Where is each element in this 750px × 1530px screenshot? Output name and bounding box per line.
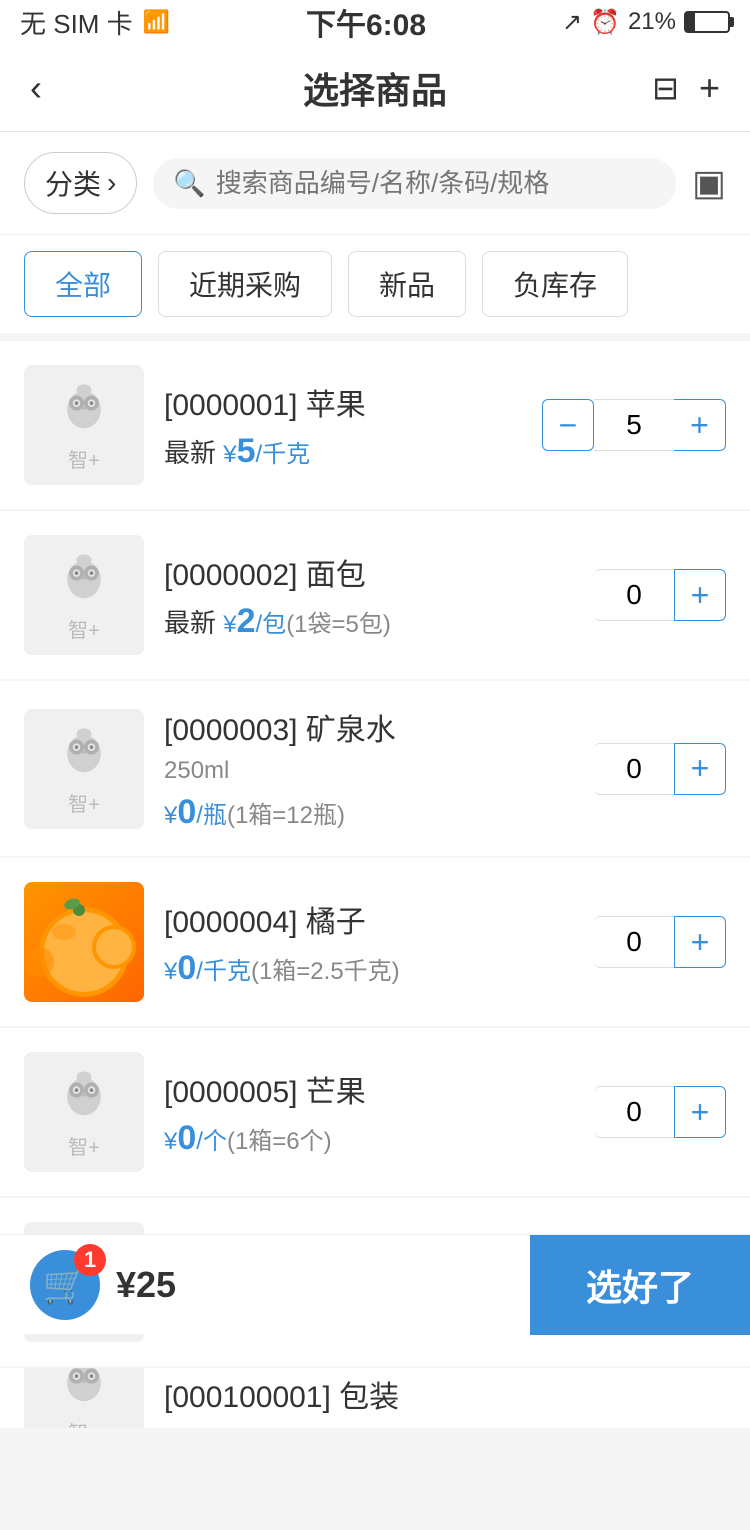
product-item-4: 智+ [0000005] 芒果 ¥0/个(1箱=6个) + (0, 1028, 750, 1196)
product-image-6: 智+ (24, 1368, 144, 1428)
product-price-0: 最新 ¥5/千克 (164, 432, 522, 471)
qty-minus-0[interactable]: − (542, 399, 594, 451)
product-price-3: ¥0/千克(1箱=2.5千克) (164, 949, 574, 988)
nav-right: ⊟ + (652, 67, 720, 109)
cart-section: 🛒 1 ¥25 (0, 1250, 530, 1320)
product-spec-2: 250ml (164, 757, 574, 785)
cart-badge: 1 (74, 1244, 106, 1276)
product-info-4: [0000005] 芒果 ¥0/个(1箱=6个) (164, 1067, 574, 1158)
product-item-2: 智+ [0000003] 矿泉水 250ml ¥0/瓶(1箱=12瓶) + (0, 681, 750, 856)
battery-icon (684, 11, 730, 33)
status-time: 下午6:08 (306, 0, 426, 44)
qty-plus-2[interactable]: + (674, 743, 726, 795)
wifi-icon: 📶 (143, 9, 170, 35)
qty-control-1: + (594, 569, 726, 621)
category-button[interactable]: 分类 › (24, 152, 137, 214)
product-name-3: [0000004] 橘子 (164, 897, 574, 941)
carrier-text: 无 SIM 卡 (20, 4, 133, 41)
status-bar: 无 SIM 卡 📶 下午6:08 ↗ ⏰ 21% (0, 0, 750, 44)
product-name-4: [0000005] 芒果 (164, 1067, 574, 1111)
qty-control-4: + (594, 1086, 726, 1138)
product-info-3: [0000004] 橘子 ¥0/千克(1箱=2.5千克) (164, 897, 574, 988)
product-name-6: [000100001] 包装 (164, 1372, 726, 1416)
location-icon: ↗ (562, 8, 582, 37)
qty-plus-0[interactable]: + (674, 399, 726, 451)
scan-icon[interactable]: ▣ (692, 162, 726, 204)
qty-input-1[interactable] (594, 569, 674, 621)
search-input[interactable] (216, 168, 656, 199)
qty-input-4[interactable] (594, 1086, 674, 1138)
product-name-0: [0000001] 苹果 (164, 380, 522, 424)
product-image-2: 智+ (24, 709, 144, 829)
qty-plus-4[interactable]: + (674, 1086, 726, 1138)
qty-plus-1[interactable]: + (674, 569, 726, 621)
status-right: ↗ ⏰ 21% (562, 8, 730, 37)
cart-total: ¥25 (116, 1264, 176, 1306)
product-image-0: 智+ (24, 365, 144, 485)
search-input-wrap: 🔍 (153, 158, 676, 209)
battery-text: 21% (628, 8, 676, 36)
qty-control-0: − + (542, 399, 726, 451)
search-bar: 分类 › 🔍 ▣ (0, 132, 750, 235)
confirm-button[interactable]: 选好了 (530, 1235, 750, 1335)
product-item-0: 智+ [0000001] 苹果 最新 ¥5/千克 − + (0, 341, 750, 509)
product-item-6: 智+ [000100001] 包装 (0, 1368, 750, 1428)
product-name-2: [0000003] 矿泉水 (164, 705, 574, 749)
qty-control-3: + (594, 916, 726, 968)
product-image-1: 智+ (24, 535, 144, 655)
product-info-1: [0000002] 面包 最新 ¥2/包(1袋=5包) (164, 550, 574, 641)
alarm-icon: ⏰ (590, 8, 620, 37)
nav-bar: ‹ 选择商品 ⊟ + (0, 44, 750, 132)
qty-plus-3[interactable]: + (674, 916, 726, 968)
product-info-6: [000100001] 包装 (164, 1372, 726, 1424)
page-title: 选择商品 (303, 62, 447, 114)
search-icon: 🔍 (173, 168, 205, 199)
tab-all[interactable]: 全部 (24, 251, 142, 317)
filter-icon[interactable]: ⊟ (652, 69, 679, 107)
product-image-3 (24, 882, 144, 1002)
status-left: 无 SIM 卡 📶 (20, 4, 170, 41)
product-image-4: 智+ (24, 1052, 144, 1172)
tab-negative[interactable]: 负库存 (482, 251, 628, 317)
category-label: 分类 (45, 163, 101, 203)
qty-input-3[interactable] (594, 916, 674, 968)
product-name-1: [0000002] 面包 (164, 550, 574, 594)
bottom-bar: 🛒 1 ¥25 选好了 (0, 1234, 750, 1334)
qty-input-0[interactable] (594, 399, 674, 451)
tab-recent[interactable]: 近期采购 (158, 251, 332, 317)
product-item-1: 智+ [0000002] 面包 最新 ¥2/包(1袋=5包) + (0, 511, 750, 679)
add-icon[interactable]: + (699, 67, 720, 109)
product-info-2: [0000003] 矿泉水 250ml ¥0/瓶(1箱=12瓶) (164, 705, 574, 832)
product-price-4: ¥0/个(1箱=6个) (164, 1119, 574, 1158)
nav-left: ‹ (30, 67, 42, 109)
product-info-0: [0000001] 苹果 最新 ¥5/千克 (164, 380, 522, 471)
tab-new[interactable]: 新品 (348, 251, 466, 317)
back-button[interactable]: ‹ (30, 67, 42, 109)
product-price-1: 最新 ¥2/包(1袋=5包) (164, 602, 574, 641)
product-item-3: [0000004] 橘子 ¥0/千克(1箱=2.5千克) + (0, 858, 750, 1026)
qty-control-2: + (594, 743, 726, 795)
cart-icon-wrap[interactable]: 🛒 1 (30, 1250, 100, 1320)
tab-filter: 全部近期采购新品负库存 (0, 235, 750, 341)
qty-input-2[interactable] (594, 743, 674, 795)
product-price-2: ¥0/瓶(1箱=12瓶) (164, 793, 574, 832)
chevron-right-icon: › (107, 167, 116, 199)
